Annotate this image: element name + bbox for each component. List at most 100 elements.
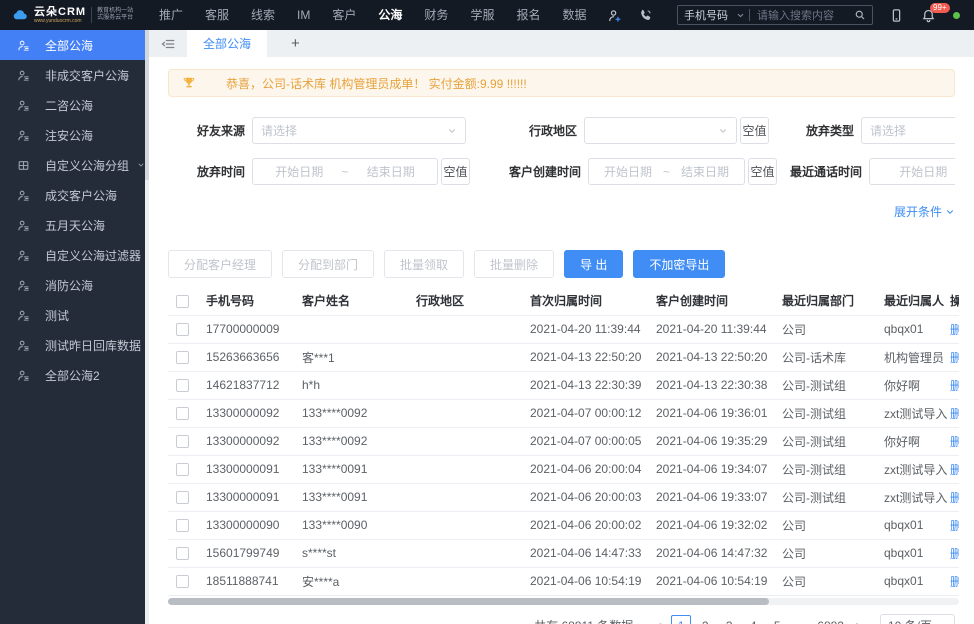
row-checkbox[interactable]: [176, 379, 189, 393]
page-4[interactable]: 4: [743, 615, 763, 624]
app-logo[interactable]: 云朵CRM www.yunduocrm.com 教育机构一站 式服务云平台: [0, 6, 148, 24]
nav-item-0[interactable]: 推广: [148, 0, 194, 30]
filter-daterange-1-0[interactable]: 开始日期 ~ 结束日期: [252, 158, 438, 185]
nav-item-2[interactable]: 线索: [240, 0, 286, 30]
collapse-sidebar-button[interactable]: [149, 37, 187, 51]
filter-label: 行政地区: [528, 124, 577, 138]
date-start-input[interactable]: 开始日期: [876, 163, 955, 180]
page-6882[interactable]: 6882: [815, 615, 846, 624]
row-checkbox[interactable]: [176, 407, 189, 421]
delete-link[interactable]: 删除: [950, 519, 959, 533]
action-button-3[interactable]: 批量删除: [474, 250, 555, 278]
brand-url: www.yunduocrm.com: [34, 17, 82, 24]
date-end-input[interactable]: 结束日期: [351, 163, 432, 180]
date-end-input[interactable]: 结束日期: [672, 163, 738, 180]
filter-select-0-0[interactable]: 请选择: [252, 117, 466, 144]
row-checkbox[interactable]: [176, 575, 189, 589]
cell-create-time: 2021-04-06 19:32:02: [654, 511, 780, 540]
filter-select-0-2[interactable]: 请选择: [861, 117, 955, 144]
brand-tagline: 教育机构一站 式服务云平台: [97, 8, 134, 21]
row-checkbox[interactable]: [176, 435, 189, 449]
empty-value-button[interactable]: 空值: [740, 117, 769, 144]
sidebar-item-7[interactable]: 自定义公海过滤器: [0, 240, 145, 270]
nav-item-7[interactable]: 学服: [459, 0, 505, 30]
action-button-1[interactable]: 分配到部门: [282, 250, 375, 278]
filter-daterange-1-2[interactable]: 开始日期~结束日期: [869, 158, 955, 185]
nav-item-9[interactable]: 数据: [551, 0, 597, 30]
delete-link[interactable]: 删除: [950, 435, 959, 449]
sidebar-item-11[interactable]: 全部公海2: [0, 360, 145, 390]
nav-item-3[interactable]: IM: [286, 0, 321, 30]
sidebar-item-6[interactable]: 五月天公海: [0, 210, 145, 240]
cell-name: h*h: [300, 371, 414, 400]
mobile-device-icon[interactable]: [889, 8, 904, 23]
filter-daterange-1-1[interactable]: 开始日期 ~ 结束日期: [588, 158, 745, 185]
primary-action-button-1[interactable]: 不加密导出: [633, 250, 726, 278]
page-2[interactable]: 2: [695, 615, 715, 624]
cell-name: 133****0092: [300, 399, 414, 428]
prev-page-button[interactable]: <: [649, 619, 667, 624]
person-icon: [18, 100, 29, 111]
delete-link[interactable]: 删除: [950, 323, 959, 337]
global-search[interactable]: 手机号码 请输入搜索内容: [677, 5, 873, 25]
sidebar-item-9[interactable]: 测试: [0, 300, 145, 330]
row-checkbox[interactable]: [176, 351, 189, 365]
pagination-total: 共有 68811 条数据: [534, 617, 633, 624]
scrollbar-thumb[interactable]: [168, 597, 770, 605]
page-3[interactable]: 3: [719, 615, 739, 624]
row-checkbox[interactable]: [176, 519, 189, 533]
delete-link[interactable]: 删除: [950, 575, 959, 589]
page-ellipsis: ···: [791, 619, 811, 624]
row-checkbox[interactable]: [176, 323, 189, 337]
cell-region: [414, 315, 528, 344]
next-page-button[interactable]: >: [850, 619, 868, 624]
delete-link[interactable]: 删除: [950, 407, 959, 421]
sidebar-item-3[interactable]: 注安公海: [0, 120, 145, 150]
date-start-input[interactable]: 开始日期: [595, 163, 661, 180]
row-checkbox[interactable]: [176, 547, 189, 561]
row-checkbox[interactable]: [176, 491, 189, 505]
delete-link[interactable]: 删除: [950, 547, 959, 561]
horizontal-scrollbar[interactable]: [168, 597, 959, 605]
expand-conditions-link[interactable]: 展开条件: [894, 203, 955, 220]
notifications[interactable]: 99+: [921, 2, 950, 23]
page-1[interactable]: 1: [671, 614, 692, 624]
delete-link[interactable]: 删除: [950, 351, 959, 365]
nav-item-1[interactable]: 客服: [194, 0, 240, 30]
delete-link[interactable]: 删除: [950, 463, 959, 477]
sidebar-item-0[interactable]: 全部公海: [0, 30, 145, 60]
search-input[interactable]: 请输入搜索内容: [757, 7, 854, 23]
empty-value-button[interactable]: 空值: [748, 158, 777, 185]
filter-select-0-1[interactable]: [584, 117, 737, 144]
phone-call-icon[interactable]: [638, 8, 653, 23]
search-category-select[interactable]: 手机号码: [684, 7, 728, 23]
nav-item-8[interactable]: 报名: [505, 0, 551, 30]
sidebar-item-1[interactable]: 非成交客户公海: [0, 60, 145, 90]
delete-link[interactable]: 删除: [950, 491, 959, 505]
chevron-down-icon: [737, 13, 744, 17]
action-button-0[interactable]: 分配客户经理: [168, 250, 273, 278]
sidebar-item-2[interactable]: 二咨公海: [0, 90, 145, 120]
nav-item-5[interactable]: 公海: [367, 0, 413, 30]
sidebar-item-8[interactable]: 消防公海: [0, 270, 145, 300]
nav-item-4[interactable]: 客户: [321, 0, 367, 30]
sidebar-item-5[interactable]: 成交客户公海: [0, 180, 145, 210]
search-icon[interactable]: [854, 9, 866, 21]
add-tab-button[interactable]: +: [291, 35, 300, 52]
delete-link[interactable]: 删除: [950, 379, 959, 393]
row-checkbox[interactable]: [176, 463, 189, 477]
page-size-select[interactable]: 10 条/页: [879, 613, 955, 624]
page-5[interactable]: 5: [767, 615, 787, 624]
nav-item-6[interactable]: 财务: [413, 0, 459, 30]
sidebar-item-4[interactable]: 自定义公海分组: [0, 150, 145, 180]
primary-action-button-0[interactable]: 导 出: [564, 250, 624, 278]
action-button-2[interactable]: 批量领取: [384, 250, 465, 278]
online-status-dot: [953, 11, 960, 19]
select-all-checkbox[interactable]: [176, 294, 189, 308]
quick-icons: [607, 8, 653, 23]
sidebar-item-10[interactable]: 测试昨日回库数据: [0, 330, 145, 360]
tab-all-gonghai[interactable]: 全部公海: [187, 30, 267, 57]
date-start-input[interactable]: 开始日期: [259, 163, 340, 180]
person-add-icon[interactable]: [607, 8, 622, 23]
empty-value-button[interactable]: 空值: [441, 158, 470, 185]
